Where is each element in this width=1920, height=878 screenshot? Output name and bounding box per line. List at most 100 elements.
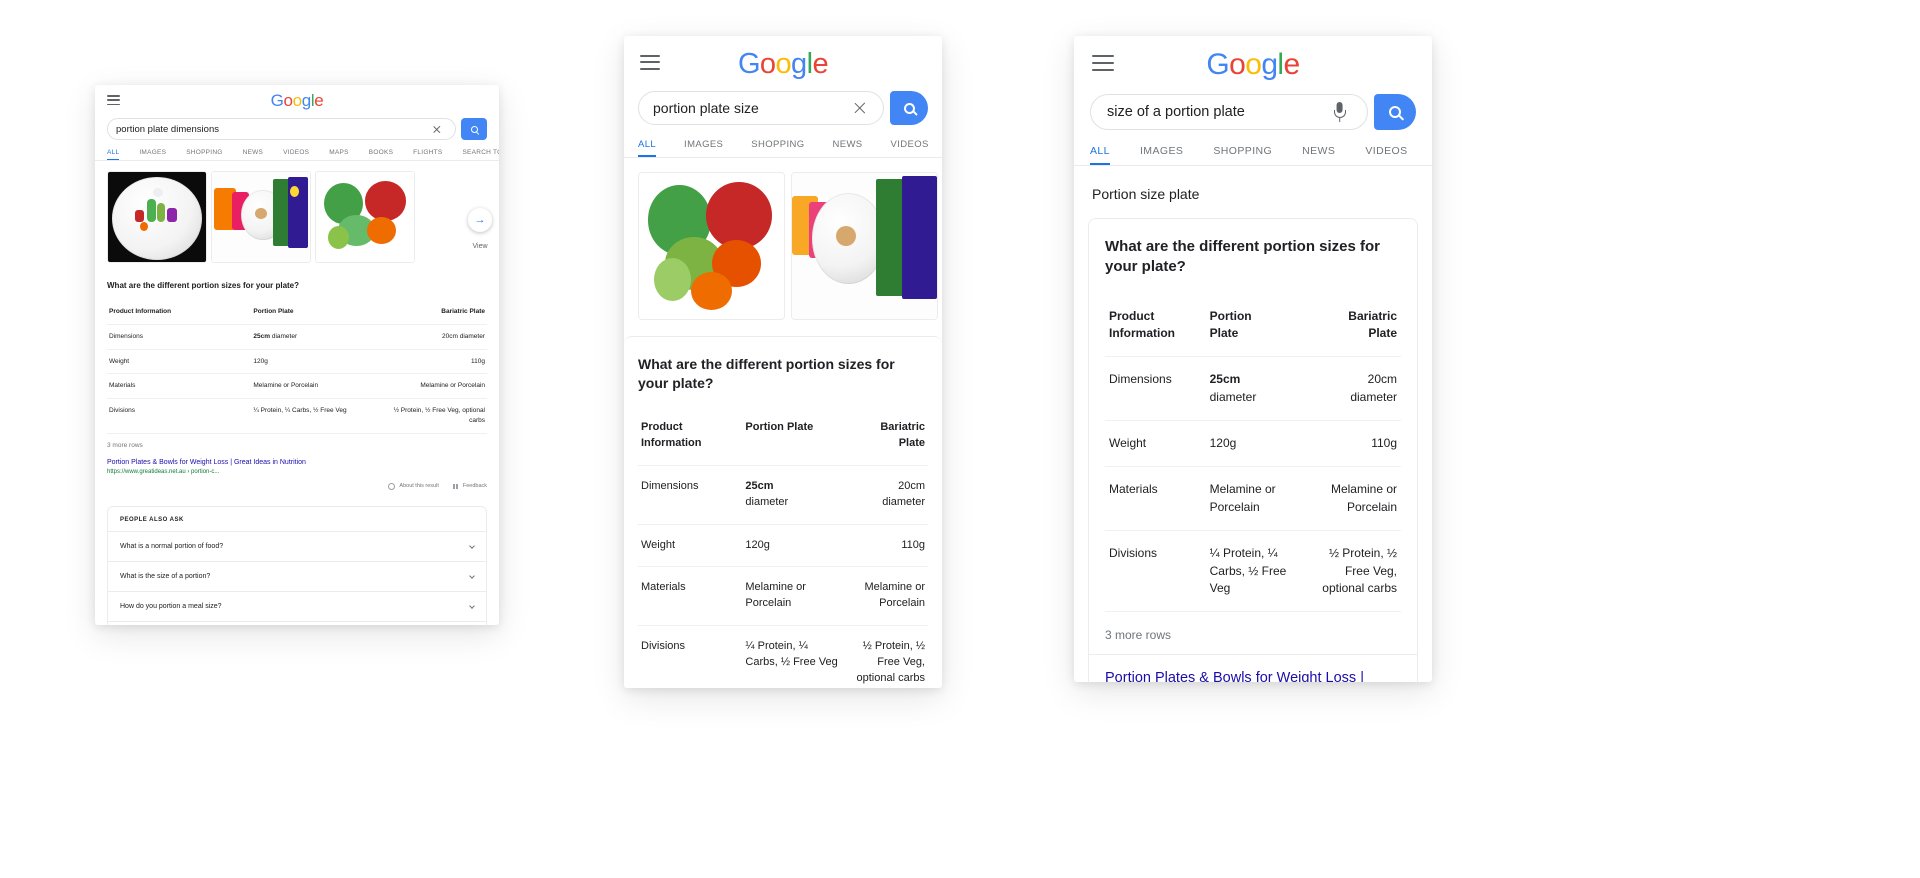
tab-shopping[interactable]: SHOPPING: [1213, 145, 1272, 165]
search-input[interactable]: portion plate dimensions: [107, 118, 456, 140]
chevron-down-icon: [469, 573, 475, 579]
tab-books[interactable]: BOOKS: [369, 149, 393, 160]
image-results-strip-1: [95, 161, 499, 269]
tab-images[interactable]: IMAGES: [139, 149, 166, 160]
paa-item-3[interactable]: How do you portion a meal size?: [108, 590, 486, 621]
phone-mockup-1: Google portion plate dimensions ALL IMAG…: [95, 85, 499, 625]
th-line2: Information: [1109, 325, 1175, 340]
paa-item-2[interactable]: What is the size of a portion?: [108, 560, 486, 591]
search-button[interactable]: [461, 118, 487, 140]
cell-label: Materials: [1105, 466, 1206, 532]
search-button[interactable]: [1374, 94, 1416, 130]
chevron-down-icon: [469, 603, 475, 609]
tab-shopping[interactable]: SHOPPING: [186, 149, 222, 160]
search-query-text: size of a portion plate: [1107, 104, 1245, 120]
tab-all[interactable]: ALL: [638, 139, 657, 157]
image-result-veg-heart[interactable]: [638, 172, 785, 320]
cell-portion: Melamine or Porcelain: [742, 566, 841, 627]
screenshot-stage: Google portion plate dimensions ALL IMAG…: [0, 0, 1920, 878]
portion-table-2: Product Information Portion Plate Bariat…: [638, 406, 928, 688]
tab-maps[interactable]: MAPS: [329, 149, 348, 160]
table-header-row: Product Information Portion Plate Bariat…: [1105, 293, 1401, 358]
th-line2: Plate: [1368, 325, 1397, 340]
th-bariatric-plate: Bariatric Plate: [840, 406, 928, 466]
tab-news[interactable]: NEWS: [243, 149, 264, 160]
about-this-result-label[interactable]: About this result: [399, 483, 438, 489]
th-product-information: Product Information: [107, 300, 252, 325]
paa-title: PEOPLE ALSO ASK: [120, 516, 184, 523]
search-tabs-2: ALL IMAGES SHOPPING NEWS VIDEOS MA: [624, 128, 942, 158]
cell-portion: 120g: [742, 524, 841, 568]
tab-news[interactable]: NEWS: [832, 139, 862, 157]
chevron-down-icon: [469, 543, 475, 549]
th-line1: Bariatric: [1348, 308, 1397, 323]
cell-line1: Melamine or: [1330, 482, 1397, 497]
cell-label: Weight: [107, 349, 252, 375]
tab-videos[interactable]: VIDEOS: [1365, 145, 1407, 165]
cell-label: Materials: [638, 566, 743, 627]
menu-icon[interactable]: [640, 54, 660, 70]
app-header-2: Google: [624, 36, 942, 88]
table-row: Divisions ¼ Protein, ¼ Carbs, ½ Free Veg…: [107, 398, 487, 434]
th-line1: Product: [641, 420, 683, 433]
tab-all[interactable]: ALL: [107, 149, 120, 160]
tab-images[interactable]: IMAGES: [1140, 145, 1183, 165]
result-title-link[interactable]: Portion Plates & Bowls for Weight Loss |…: [107, 459, 487, 466]
tab-search-tools[interactable]: SEARCH TOOLS: [462, 149, 499, 160]
result-title-line1: Portion Plates & Bowls for Weight Loss |…: [1105, 670, 1364, 682]
cell-portion: 120g: [251, 349, 381, 375]
paa-question: What is the size of a portion?: [120, 572, 211, 580]
th-line1: Product: [1109, 308, 1155, 323]
cell-line1: Melamine or: [1209, 482, 1276, 497]
tab-news[interactable]: NEWS: [1302, 145, 1335, 165]
table-row: Dimensions 25cm diameter 20cm diameter: [1105, 356, 1401, 422]
cell-line2: Porcelain: [879, 597, 925, 610]
search-icon: [470, 125, 478, 133]
cell-bariatric: 20cm diameter: [1306, 356, 1401, 422]
image-result-veg-heart[interactable]: [315, 171, 415, 263]
cell-bariatric: Melamine or Porcelain: [840, 566, 928, 627]
th-product-information: Product Information: [1105, 293, 1206, 358]
cell-portion-bold: 25cm: [1209, 372, 1241, 387]
close-icon[interactable]: [432, 125, 441, 134]
image-results-strip-2: [624, 158, 942, 322]
google-logo: Google: [270, 91, 324, 110]
tab-videos[interactable]: VIDEOS: [891, 139, 929, 157]
feedback-label[interactable]: Feedback: [463, 483, 487, 489]
tab-videos[interactable]: VIDEOS: [283, 149, 309, 160]
paa-item-4[interactable]: What is a serving size Australia?: [108, 620, 486, 626]
th-line1: Portion: [1209, 308, 1252, 323]
th-line2: Plate: [1209, 325, 1239, 340]
image-result-plate-dark[interactable]: [107, 171, 207, 263]
th-portion-plate: Portion Plate: [1205, 293, 1307, 358]
tab-all[interactable]: ALL: [1090, 145, 1110, 165]
th-product-information: Product Information: [638, 406, 743, 466]
info-icon[interactable]: [388, 482, 396, 490]
table-header-row: Product Information Portion Plate Bariat…: [638, 406, 928, 466]
cell-portion: ¼ Protein, ¼ Carbs, ½ Free Veg: [251, 398, 381, 434]
search-button[interactable]: [890, 91, 928, 125]
search-input[interactable]: size of a portion plate: [1090, 94, 1368, 130]
menu-icon[interactable]: [1092, 55, 1114, 71]
search-input[interactable]: portion plate size: [638, 91, 884, 125]
image-result-packaging[interactable]: [791, 172, 938, 320]
tab-images[interactable]: IMAGES: [684, 139, 723, 157]
cell-portion: ¼ Protein, ¼ Carbs, ½ Free Veg: [742, 625, 841, 688]
image-result-packaging[interactable]: [211, 171, 311, 263]
table-row: Dimensions 25cm diameter 20cm diameter: [638, 465, 928, 525]
cell-label: Dimensions: [107, 324, 252, 350]
image-strip-next-button[interactable]: →: [468, 208, 492, 232]
cell-line1: Melamine or: [864, 581, 925, 594]
result-title-link[interactable]: Portion Plates & Bowls for Weight Loss |…: [1089, 655, 1417, 682]
menu-icon[interactable]: [107, 95, 120, 105]
paa-item-1[interactable]: What is a normal portion of food?: [108, 530, 486, 561]
paa-question: How do you portion a meal size?: [120, 602, 222, 610]
close-icon[interactable]: [853, 101, 867, 115]
tab-flights[interactable]: FLIGHTS: [413, 149, 442, 160]
app-header-3: Google: [1074, 36, 1432, 90]
about-feedback-row: About this result Feedback: [107, 475, 487, 496]
feedback-icon[interactable]: [452, 483, 459, 489]
snippet-question: What are the different portion sizes for…: [107, 281, 300, 290]
tab-shopping[interactable]: SHOPPING: [751, 139, 804, 157]
microphone-icon[interactable]: [1332, 102, 1347, 122]
